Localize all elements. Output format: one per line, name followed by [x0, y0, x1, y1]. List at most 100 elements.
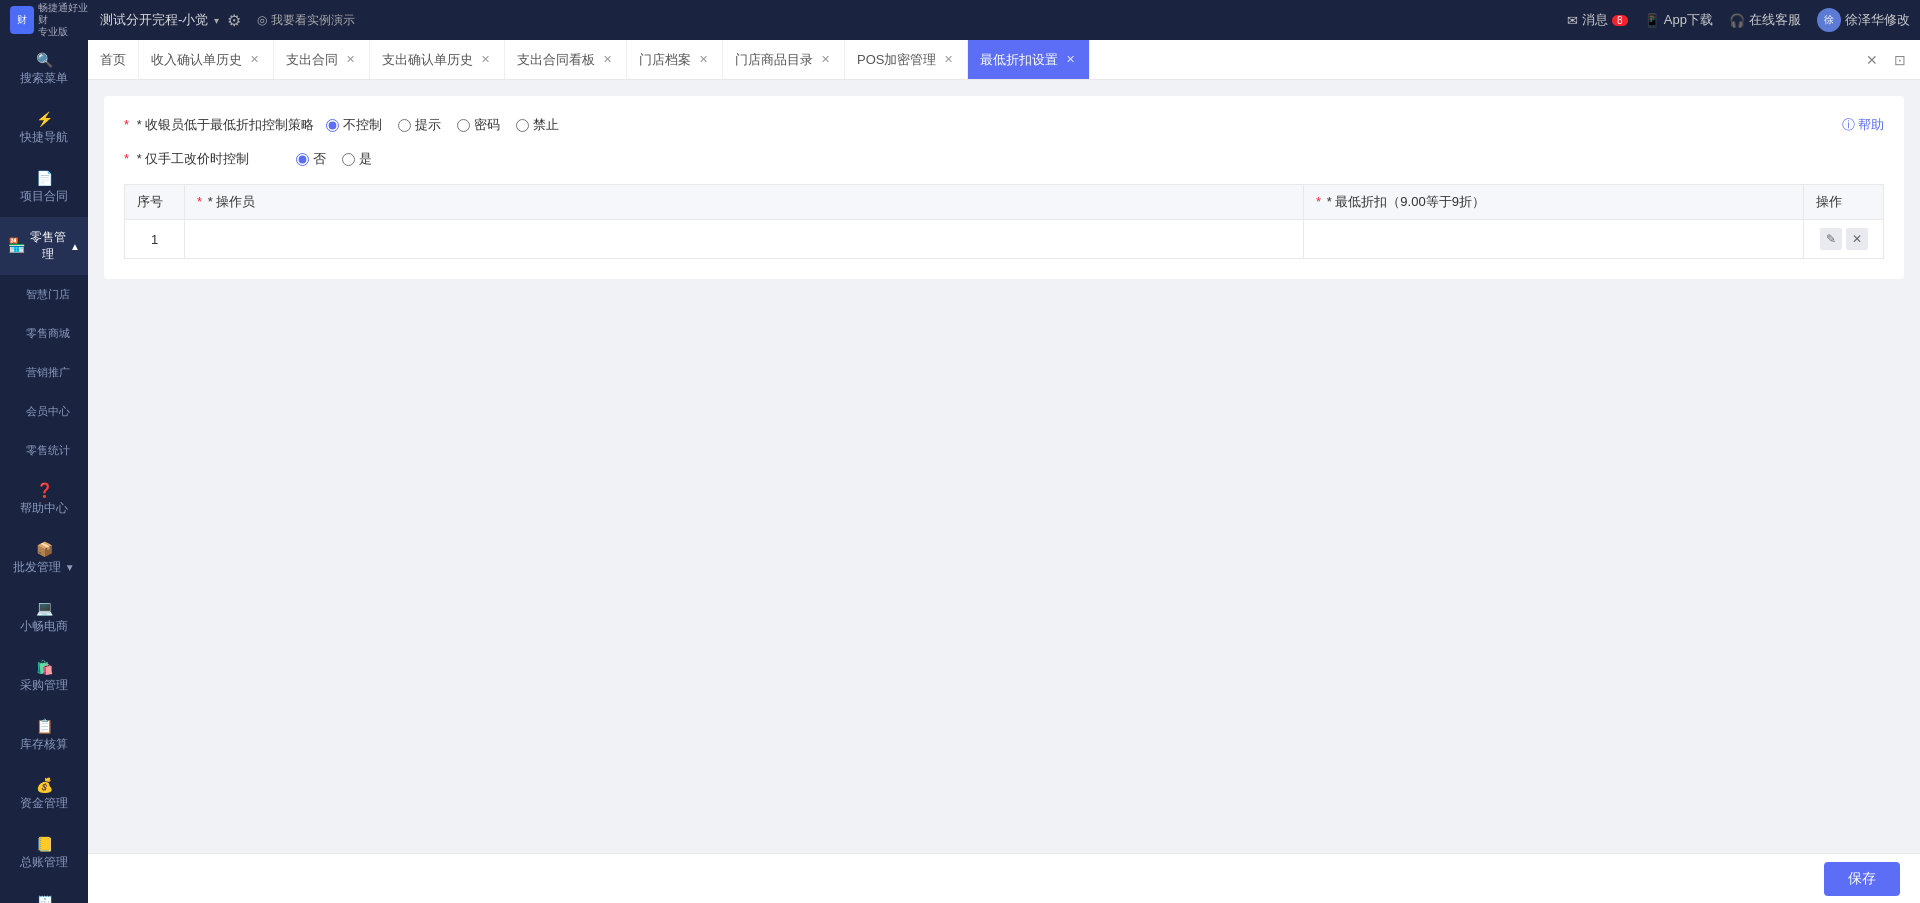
tab-close-payment-history[interactable]: ✕ [479, 52, 492, 67]
tab-close-payment-board[interactable]: ✕ [601, 52, 614, 67]
headset-icon: 🎧 [1729, 13, 1745, 28]
help-link[interactable]: ⓘ 帮助 [1842, 116, 1884, 134]
app-download-btn[interactable]: 📱 App下载 [1644, 11, 1713, 29]
discount-policy-label: * * 收银员低于最低折扣控制策略 [124, 116, 314, 134]
discount-policy-row: * * 收银员低于最低折扣控制策略 不控制 提示 [124, 116, 1884, 134]
finance-icon: 💰 [8, 777, 80, 793]
demo-link[interactable]: ◎ 我要看实例演示 [257, 12, 355, 29]
expand-icon: ▼ [65, 562, 75, 573]
tab-pos-password[interactable]: POS加密管理 ✕ [845, 40, 968, 80]
logo-icon: 财 [10, 6, 34, 34]
sidebar-item-retail-manage[interactable]: 🏪 零售管理 ▲ [0, 217, 88, 275]
sidebar-item-invoice[interactable]: 🧾 发票管理 [0, 883, 88, 903]
tab-maximize-btn[interactable]: ⊡ [1888, 49, 1912, 71]
tab-home[interactable]: 首页 [88, 40, 139, 80]
phone-icon: 📱 [1644, 13, 1660, 28]
sidebar-item-purchase[interactable]: 🛍️ 采购管理 [0, 647, 88, 706]
cell-min-discount[interactable] [1304, 220, 1804, 259]
sidebar-item-batch-manage[interactable]: 📦 批发管理 ▼ [0, 529, 88, 588]
option-remind[interactable]: 提示 [398, 116, 441, 134]
save-button[interactable]: 保存 [1824, 862, 1900, 896]
min-discount-input[interactable] [1316, 232, 1791, 247]
logo-text: 畅捷通好业财 专业版 [38, 2, 90, 38]
col-header-operator: * * 操作员 [185, 185, 1304, 220]
chevron-down-icon: ▾ [214, 15, 219, 26]
project-selector[interactable]: 测试分开完程-小觉 ▾ [100, 11, 219, 29]
batch-icon: 📦 [8, 541, 80, 557]
online-service-btn[interactable]: 🎧 在线客服 [1729, 11, 1801, 29]
demo-circle-icon: ◎ [257, 13, 267, 27]
sidebar-item-smart-store[interactable]: 智慧门店 [0, 275, 88, 314]
invoice-icon: 🧾 [8, 895, 80, 903]
manual-price-options: 否 是 [296, 150, 372, 168]
tab-close-payment-contract[interactable]: ✕ [344, 52, 357, 67]
accounting-icon: 📒 [8, 836, 80, 852]
purchase-icon: 🛍️ [8, 659, 80, 675]
discount-policy-options: 不控制 提示 密码 禁止 [326, 116, 559, 134]
tab-close-store-catalog[interactable]: ✕ [819, 52, 832, 67]
form-card: * * 收银员低于最低折扣控制策略 不控制 提示 [104, 96, 1904, 279]
help-circle-icon: ⓘ [1842, 116, 1855, 134]
operator-input[interactable] [197, 232, 1291, 247]
sidebar-item-retail-stats[interactable]: 零售统计 [0, 431, 88, 470]
tab-close-pos-password[interactable]: ✕ [942, 52, 955, 67]
footer-bar: 保存 [88, 853, 1920, 903]
top-header: 财 畅捷通好业财 专业版 测试分开完程-小觉 ▾ ⚙ ◎ 我要看实例演示 ✉ 消… [0, 0, 1920, 40]
tab-store-file[interactable]: 门店档案 ✕ [627, 40, 723, 80]
col-header-seq: 序号 [125, 185, 185, 220]
sidebar-item-retail-mall[interactable]: 零售商城 [0, 314, 88, 353]
edit-row-btn[interactable]: ✎ [1820, 228, 1842, 250]
store-icon: 🏪 [8, 237, 25, 253]
tab-bar: 首页 收入确认单历史 ✕ 支出合同 ✕ 支出确认单历史 ✕ 支出合同看板 ✕ 门… [88, 40, 1920, 80]
cell-operator[interactable] [185, 220, 1304, 259]
header-right: ✉ 消息 8 📱 App下载 🎧 在线客服 徐 徐泽华修改 [1567, 8, 1910, 32]
tab-bar-actions: ✕ ⊡ [1860, 49, 1920, 71]
tab-store-catalog[interactable]: 门店商品目录 ✕ [723, 40, 845, 80]
tab-payment-board[interactable]: 支出合同看板 ✕ [505, 40, 627, 80]
contract-icon: 📄 [8, 170, 80, 186]
cell-action: ✎ ✕ [1804, 220, 1884, 259]
table-row: 1 ✎ ✕ [125, 220, 1884, 259]
delete-row-btn[interactable]: ✕ [1846, 228, 1868, 250]
message-badge: 8 [1612, 15, 1628, 26]
lightning-icon: ⚡ [8, 111, 80, 127]
message-icon: ✉ [1567, 13, 1578, 28]
tab-close-min-discount[interactable]: ✕ [1064, 52, 1077, 67]
user-profile-btn[interactable]: 徐 徐泽华修改 [1817, 8, 1910, 32]
content-area: 首页 收入确认单历史 ✕ 支出合同 ✕ 支出确认单历史 ✕ 支出合同看板 ✕ 门… [88, 40, 1920, 903]
sidebar-item-help-center[interactable]: ❓ 帮助中心 [0, 470, 88, 529]
option-manual-yes[interactable]: 是 [342, 150, 372, 168]
avatar: 徐 [1817, 8, 1841, 32]
inventory-icon: 📋 [8, 718, 80, 734]
sidebar-item-finance[interactable]: 💰 资金管理 [0, 765, 88, 824]
tab-close-all-btn[interactable]: ✕ [1860, 49, 1884, 71]
settings-icon[interactable]: ⚙ [227, 11, 241, 30]
col-header-min-discount: * * 最低折扣（9.00等于9折） [1304, 185, 1804, 220]
option-password[interactable]: 密码 [457, 116, 500, 134]
help-icon: ❓ [8, 482, 80, 498]
option-no-control[interactable]: 不控制 [326, 116, 382, 134]
sidebar-item-search-menu[interactable]: 🔍 搜索菜单 [0, 40, 88, 99]
option-manual-no[interactable]: 否 [296, 150, 326, 168]
sidebar: 🔍 搜索菜单 ⚡ 快捷导航 📄 项目合同 🏪 零售管理 ▲ 智慧门店 零售商城 … [0, 40, 88, 903]
manual-price-label: * * 仅手工改价时控制 [124, 150, 284, 168]
logo-area: 财 畅捷通好业财 专业版 [10, 2, 90, 38]
tab-payment-contract[interactable]: 支出合同 ✕ [274, 40, 370, 80]
sidebar-item-quick-nav[interactable]: ⚡ 快捷导航 [0, 99, 88, 158]
sidebar-item-ecommerce[interactable]: 💻 小畅电商 [0, 588, 88, 647]
sidebar-item-marketing[interactable]: 营销推广 [0, 353, 88, 392]
tab-min-discount[interactable]: 最低折扣设置 ✕ [968, 40, 1090, 80]
collapse-icon: ▲ [70, 241, 80, 252]
tab-payment-history[interactable]: 支出确认单历史 ✕ [370, 40, 505, 80]
page-content: * * 收银员低于最低折扣控制策略 不控制 提示 [88, 80, 1920, 853]
messages-btn[interactable]: ✉ 消息 8 [1567, 11, 1628, 29]
sidebar-item-inventory[interactable]: 📋 库存核算 [0, 706, 88, 765]
discount-table: 序号 * * 操作员 * * 最低折扣（9.00等于9折） 操作 [124, 184, 1884, 259]
sidebar-item-member-center[interactable]: 会员中心 [0, 392, 88, 431]
tab-close-store-file[interactable]: ✕ [697, 52, 710, 67]
tab-income-history[interactable]: 收入确认单历史 ✕ [139, 40, 274, 80]
option-forbid[interactable]: 禁止 [516, 116, 559, 134]
sidebar-item-accounting[interactable]: 📒 总账管理 [0, 824, 88, 883]
sidebar-item-project-contract[interactable]: 📄 项目合同 [0, 158, 88, 217]
tab-close-income-history[interactable]: ✕ [248, 52, 261, 67]
